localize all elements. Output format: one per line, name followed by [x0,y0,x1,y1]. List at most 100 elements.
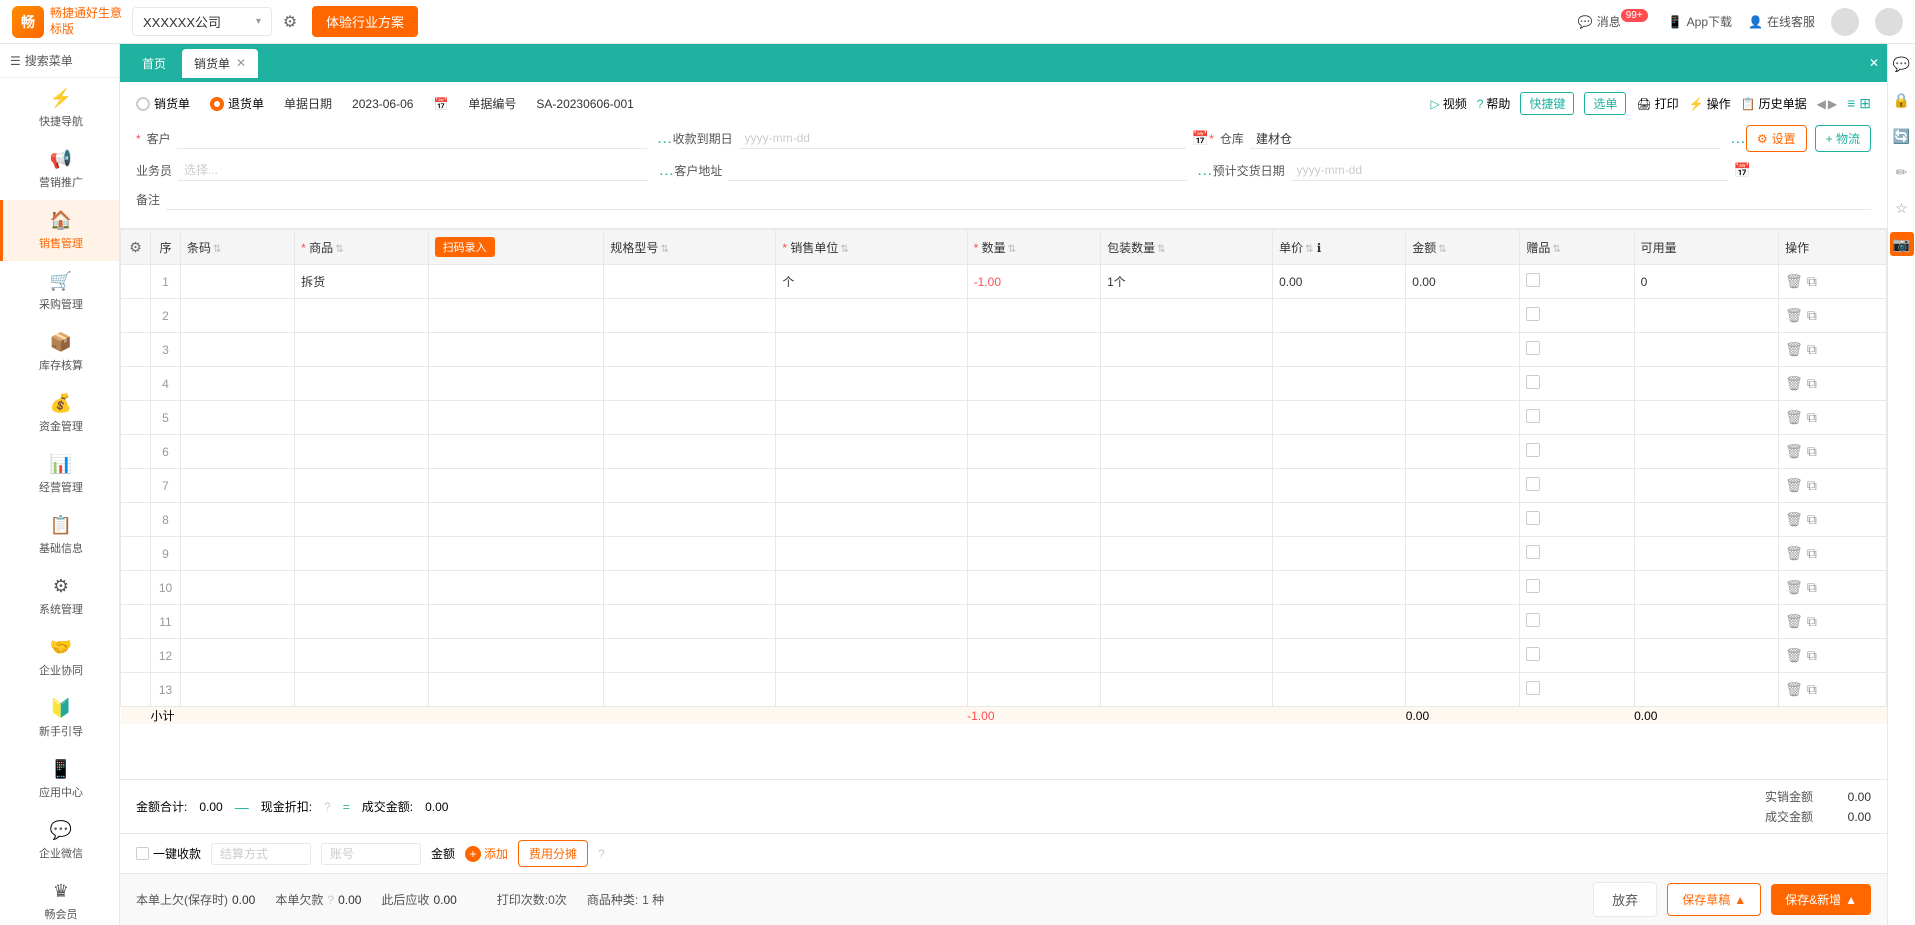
online-service-button[interactable]: 👤 在线客服 [1748,13,1815,30]
copy-icon[interactable]: ⧉ [1807,545,1817,562]
remark-input[interactable] [166,189,1871,210]
salesman-input[interactable] [178,160,648,181]
delivery-calendar-icon[interactable]: 📅 [1734,162,1751,179]
gift-checkbox[interactable] [1526,681,1540,695]
copy-icon[interactable]: ⧉ [1807,375,1817,392]
copy-icon[interactable]: ⧉ [1807,409,1817,426]
custaddr-dots[interactable]: … [1197,162,1213,180]
right-sidebar-refresh[interactable]: 🔄 [1890,124,1914,148]
copy-icon[interactable]: ⧉ [1807,613,1817,630]
sidebar-item-search[interactable]: ☰ 搜索菜单 [0,44,119,78]
grid-view-icon[interactable]: ⊞ [1859,95,1871,112]
right-sidebar-edit[interactable]: ✏ [1890,160,1914,184]
list-view-icon[interactable]: ≡ [1847,95,1855,112]
account-input[interactable] [321,843,421,865]
question-icon-payment[interactable]: ? [598,847,605,861]
radio-sales[interactable]: 销货单 [136,95,190,112]
gift-checkbox[interactable] [1526,375,1540,389]
sidebar-item-member[interactable]: ♛ 畅会员 [0,871,119,925]
gift-checkbox[interactable] [1526,477,1540,491]
th-scan[interactable]: 扫码录入 [428,230,604,265]
sidebar-item-enterprise[interactable]: 🤝 企业协同 [0,627,119,688]
gift-checkbox[interactable] [1526,613,1540,627]
copy-icon[interactable]: ⧉ [1807,681,1817,698]
gift-checkbox[interactable] [1526,307,1540,321]
tab-home[interactable]: 首页 [128,49,180,78]
gift-checkbox[interactable] [1526,341,1540,355]
delete-icon[interactable]: 🗑 [1785,681,1803,698]
one-click-checkbox[interactable] [136,847,149,860]
select-button[interactable]: 选单 [1584,92,1626,115]
sidebar-item-inventory[interactable]: 📦 库存核算 [0,322,119,383]
help-action[interactable]: ? 帮助 [1477,95,1511,112]
sidebar-item-quicknav[interactable]: ⚡ 快捷导航 [0,78,119,139]
sidebar-item-system[interactable]: ⚙ 系统管理 [0,566,119,627]
avatar[interactable] [1831,8,1859,36]
question-icon-sum[interactable]: ? [324,800,331,814]
video-action[interactable]: ▷ 视频 [1430,95,1466,112]
sidebar-item-appstore[interactable]: 📱 应用中心 [0,749,119,810]
delivery-input[interactable] [1291,160,1728,181]
customer-input[interactable] [177,128,647,149]
warehouse-dots[interactable]: … [1730,130,1746,148]
right-sidebar-star[interactable]: ☆ [1890,196,1914,220]
messages-button[interactable]: 💬 消息 99+ [1578,13,1652,30]
gift-checkbox[interactable] [1526,579,1540,593]
warehouse-input[interactable] [1250,128,1720,149]
copy-icon[interactable]: ⧉ [1807,307,1817,324]
top-gear-button[interactable]: ⚙ [276,8,304,36]
discard-button[interactable]: 放弃 [1593,882,1657,917]
delete-icon[interactable]: 🗑 [1785,647,1803,664]
sidebar-item-operations[interactable]: 📊 经营管理 [0,444,119,505]
delete-icon[interactable]: 🗑 [1785,477,1803,494]
delete-icon[interactable]: 🗑 [1785,511,1803,528]
company-selector[interactable]: XXXXXX公司 ▾ [132,7,272,36]
th-settings[interactable]: ⚙ [121,230,151,265]
paydate-input[interactable] [739,128,1186,149]
calendar-icon[interactable]: 📅 [433,97,448,111]
col-settings-icon[interactable]: ⚙ [129,239,142,255]
radio-return[interactable]: 退货单 [210,95,264,112]
experience-button[interactable]: 体验行业方案 [312,6,418,37]
app-download-button[interactable]: 📱 App下载 [1668,13,1732,30]
gift-checkbox[interactable] [1526,273,1540,287]
add-button[interactable]: + 添加 [465,845,508,862]
delete-icon[interactable]: 🗑 [1785,579,1803,596]
save-draft-button[interactable]: 保存草稿 ▲ [1667,883,1761,916]
scan-button[interactable]: 扫码录入 [435,237,495,257]
delete-icon[interactable]: 🗑 [1785,545,1803,562]
print-action[interactable]: 🖨 打印 [1636,95,1678,112]
right-sidebar-lock[interactable]: 🔒 [1890,88,1914,112]
prev-arrow[interactable]: ◀ [1817,97,1826,111]
delete-icon[interactable]: 🗑 [1785,443,1803,460]
customer-dots[interactable]: … [657,130,673,148]
delete-icon[interactable]: 🗑 [1785,375,1803,392]
sidebar-item-sales[interactable]: 🏠 销售管理 [0,200,119,261]
delete-icon[interactable]: 🗑 [1785,613,1803,630]
sidebar-item-guide[interactable]: 🔰 新手引导 [0,688,119,749]
salesman-dots[interactable]: … [658,162,674,180]
operation-action[interactable]: ⚡ 操作 [1689,95,1731,112]
gift-checkbox[interactable] [1526,545,1540,559]
copy-icon[interactable]: ⧉ [1807,273,1817,290]
custaddr-input[interactable] [728,160,1186,181]
gift-checkbox[interactable] [1526,443,1540,457]
copy-icon[interactable]: ⧉ [1807,647,1817,664]
sidebar-item-corpwechat[interactable]: 💬 企业微信 [0,810,119,871]
gift-checkbox[interactable] [1526,409,1540,423]
delete-icon[interactable]: 🗑 [1785,409,1803,426]
delete-icon[interactable]: 🗑 [1785,273,1803,290]
gift-checkbox[interactable] [1526,647,1540,661]
gift-checkbox[interactable] [1526,511,1540,525]
settlement-method-input[interactable] [211,843,311,865]
sidebar-item-purchase[interactable]: 🛒 采购管理 [0,261,119,322]
copy-icon[interactable]: ⧉ [1807,443,1817,460]
history-action[interactable]: 📋 历史单据 [1741,95,1807,112]
close-window-icon[interactable]: ✕ [1869,56,1879,70]
right-sidebar-scan[interactable]: 📷 [1890,232,1914,256]
feiyong-button[interactable]: 费用分摊 [518,840,588,867]
avatar2[interactable] [1875,8,1903,36]
sidebar-item-basic[interactable]: 📋 基础信息 [0,505,119,566]
quickkey-button[interactable]: 快捷键 [1520,92,1574,115]
paydate-calendar-icon[interactable]: 📅 [1192,130,1209,147]
